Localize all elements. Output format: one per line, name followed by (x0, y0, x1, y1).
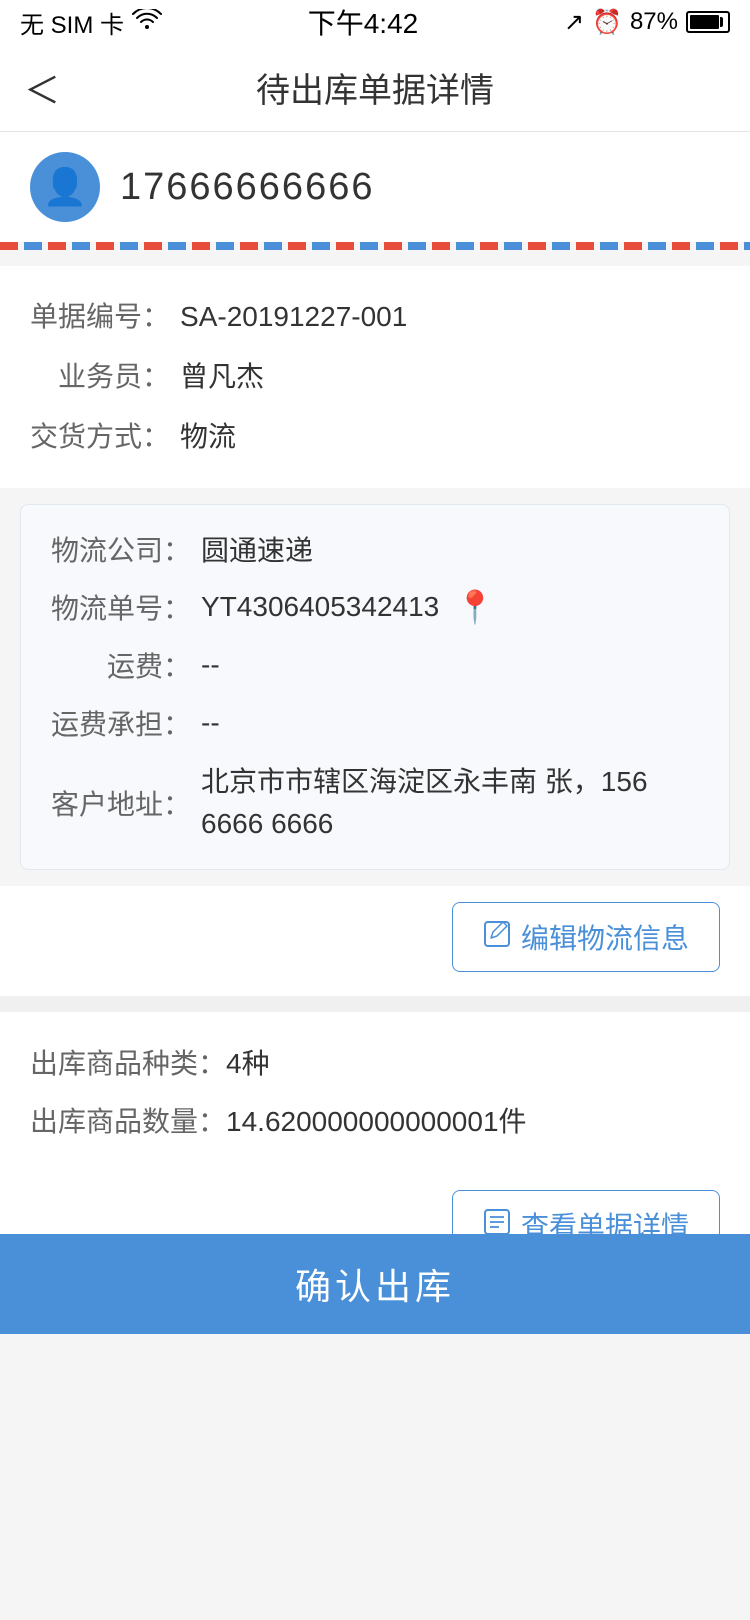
delivery-method-value: 物流 (170, 416, 720, 458)
wifi-icon (132, 8, 162, 36)
address-label: 客户地址： (51, 783, 191, 823)
freight-bearer-value: -- (191, 707, 699, 739)
salesman-label: 业务员： (30, 356, 170, 398)
goods-type-label: 出库商品种类： (30, 1042, 226, 1082)
goods-quantity-value: 14.620000000000001件 (226, 1100, 720, 1140)
avatar-icon: 👤 (43, 166, 88, 208)
freight-bearer-row: 运费承担： -- (51, 703, 699, 743)
carrier-text: 无 SIM 卡 (20, 5, 124, 40)
logistics-company-label: 物流公司： (51, 529, 191, 569)
section-separator (0, 996, 750, 1012)
freight-label: 运费： (51, 645, 191, 685)
address-value: 北京市市辖区海淀区永丰南 张，156 6666 6666 (191, 761, 699, 845)
confirm-button-label: 确认出库 (295, 1258, 455, 1310)
logistics-company-value: 圆通速递 (191, 529, 699, 569)
tracking-number: YT4306405342413 (201, 591, 439, 623)
edit-icon (483, 920, 511, 955)
goods-section: 出库商品种类： 4种 出库商品数量： 14.620000000000001件 (0, 1012, 750, 1170)
salesman-value: 曾凡杰 (170, 356, 720, 398)
delivery-method-row: 交货方式： 物流 (30, 416, 720, 458)
goods-quantity-label: 出库商品数量： (30, 1100, 226, 1140)
avatar: 👤 (30, 152, 100, 222)
user-phone: 17666666666 (120, 166, 374, 209)
address-row: 客户地址： 北京市市辖区海淀区永丰南 张，156 6666 6666 (51, 761, 699, 845)
status-bar: 无 SIM 卡 下午4:42 ↗ ⏰ 87% (0, 0, 750, 44)
logistics-tracking-row: 物流单号： YT4306405342413 📍 (51, 587, 699, 627)
edit-logistics-button[interactable]: 编辑物流信息 (452, 902, 720, 972)
document-number-label: 单据编号： (30, 296, 170, 338)
delivery-method-label: 交货方式： (30, 416, 170, 458)
dashed-divider (0, 242, 750, 250)
goods-type-row: 出库商品种类： 4种 (30, 1042, 720, 1082)
document-number-row: 单据编号： SA-20191227-001 (30, 296, 720, 338)
logistics-tracking-value: YT4306405342413 📍 (191, 588, 699, 626)
status-right: ↗ ⏰ 87% (564, 8, 730, 37)
status-time: 下午4:42 (308, 2, 419, 42)
goods-type-value: 4种 (226, 1042, 720, 1082)
goods-quantity-row: 出库商品数量： 14.620000000000001件 (30, 1100, 720, 1140)
salesman-row: 业务员： 曾凡杰 (30, 356, 720, 398)
content-area: 👤 17666666666 单据编号： SA-20191227-001 业务员：… (0, 132, 750, 1620)
freight-bearer-label: 运费承担： (51, 703, 191, 743)
page-title: 待出库单据详情 (256, 63, 494, 112)
battery-icon (686, 11, 730, 33)
user-header: 👤 17666666666 (0, 132, 750, 242)
freight-row: 运费： -- (51, 645, 699, 685)
logistics-tracking-label: 物流单号： (51, 587, 191, 627)
document-info-section: 单据编号： SA-20191227-001 业务员： 曾凡杰 交货方式： 物流 (0, 266, 750, 488)
tracking-location-icon[interactable]: 📍 (455, 588, 495, 626)
logistics-company-row: 物流公司： 圆通速递 (51, 529, 699, 569)
location-status-icon: ↗ (564, 8, 584, 37)
alarm-icon: ⏰ (592, 8, 622, 37)
edit-logistics-label: 编辑物流信息 (521, 917, 689, 957)
logistics-card: 物流公司： 圆通速递 物流单号： YT4306405342413 📍 运费： -… (20, 504, 730, 870)
back-button[interactable]: ＜ (24, 62, 60, 114)
nav-bar: ＜ 待出库单据详情 (0, 44, 750, 132)
battery-percent: 87% (630, 8, 678, 36)
tracking-row: YT4306405342413 📍 (201, 588, 699, 626)
status-left: 无 SIM 卡 (20, 5, 162, 40)
confirm-bar[interactable]: 确认出库 (0, 1234, 750, 1334)
freight-value: -- (191, 649, 699, 681)
document-number-value: SA-20191227-001 (170, 296, 720, 338)
edit-btn-row: 编辑物流信息 (0, 886, 750, 996)
